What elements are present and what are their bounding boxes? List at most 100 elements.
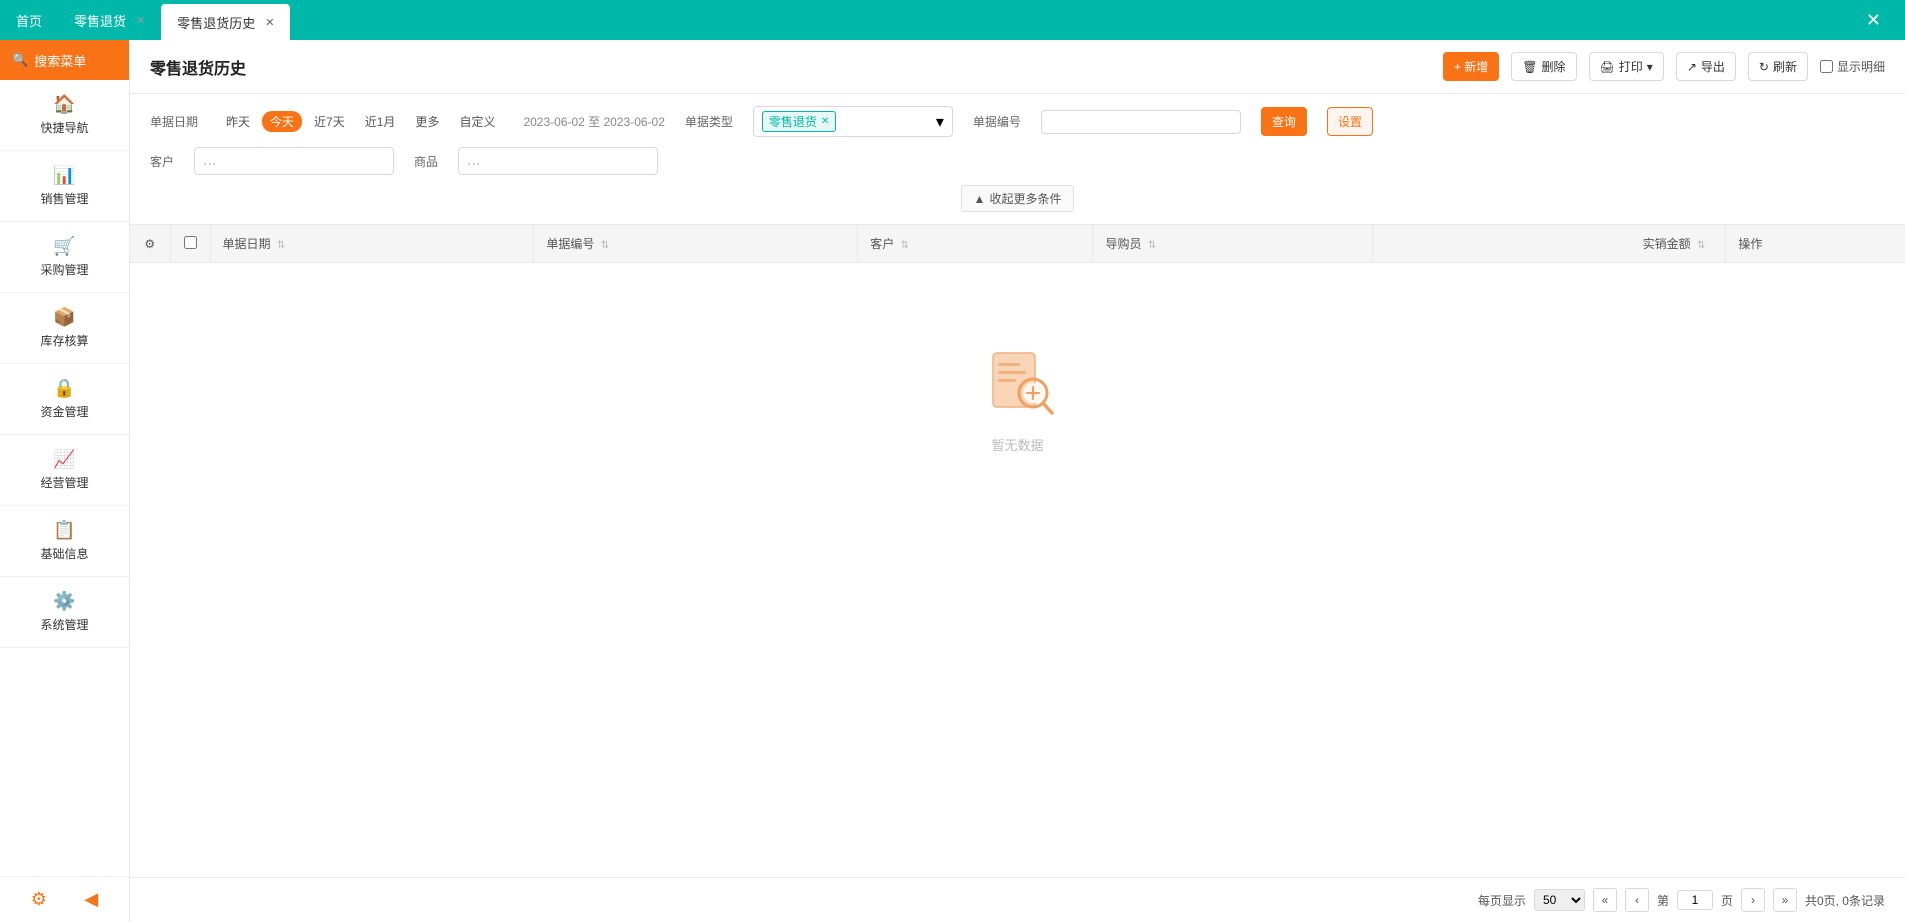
tab-retail-return-history-close[interactable]: ✕ xyxy=(265,16,274,29)
voucher-no-input[interactable] xyxy=(1041,110,1241,134)
empty-text: 暂无数据 xyxy=(991,435,1043,454)
sidebar-item-sales[interactable]: 📊 销售管理 xyxy=(0,151,129,222)
goods-select[interactable]: ... xyxy=(458,147,658,175)
content-area: 零售退货历史 + 新增 🗑 删除 🖨 打印 ▾ ↗ 导出 ↻ xyxy=(130,40,1905,922)
sidebar-item-basic-info[interactable]: 📋 基础信息 xyxy=(0,506,129,577)
sidebar-item-sales-label: 销售管理 xyxy=(40,190,88,207)
page-label-prefix: 第 xyxy=(1657,892,1669,909)
date-btn-custom[interactable]: 自定义 xyxy=(451,111,503,132)
sidebar-item-quick-nav[interactable]: 🏠 快捷导航 xyxy=(0,80,129,151)
first-page-button[interactable]: « xyxy=(1593,888,1617,912)
page-header: 零售退货历史 + 新增 🗑 删除 🖨 打印 ▾ ↗ 导出 ↻ xyxy=(130,40,1905,94)
export-button[interactable]: ↗ 导出 xyxy=(1676,52,1736,81)
next-page-button[interactable]: › xyxy=(1741,888,1765,912)
voucher-type-tag-value: 零售退货 xyxy=(769,113,817,130)
date-btn-1month[interactable]: 近1月 xyxy=(357,111,404,132)
guide-sort-icon[interactable]: ⇅ xyxy=(1148,240,1156,251)
sidebar-item-operations-label: 经营管理 xyxy=(40,474,88,491)
sidebar: 🔍 搜索菜单 🏠 快捷导航 📊 销售管理 🛒 采购管理 📦 库存核算 🔒 资金管… xyxy=(0,40,130,922)
cart-icon: 🛒 xyxy=(53,236,75,257)
current-page-input[interactable] xyxy=(1677,890,1713,910)
th-guide: 导购员 ⇅ xyxy=(1093,225,1373,263)
top-bar: 首页 零售退货 ✕ 零售退货历史 ✕ ✕ xyxy=(0,0,1905,40)
tab-retail-return-close[interactable]: ✕ xyxy=(136,14,145,27)
th-date-label: 单据日期 xyxy=(223,237,271,251)
sidebar-item-purchase-label: 采购管理 xyxy=(40,261,88,278)
tab-retail-return-label: 零售退货 xyxy=(74,11,126,30)
delete-icon: 🗑 xyxy=(1522,60,1537,74)
date-sort-icon[interactable]: ⇅ xyxy=(277,240,285,251)
number-sort-icon[interactable]: ⇅ xyxy=(601,240,609,251)
box-icon: 📦 xyxy=(53,307,75,328)
query-button[interactable]: 查询 xyxy=(1261,107,1307,136)
delete-button[interactable]: 🗑 删除 xyxy=(1511,52,1576,81)
table-header-row: ⚙ 单据日期 ⇅ 单据编号 ⇅ xyxy=(130,225,1905,263)
customer-select[interactable]: ... xyxy=(194,147,394,175)
tab-home-label: 首页 xyxy=(16,11,42,30)
new-button[interactable]: + 新增 xyxy=(1443,52,1499,81)
sidebar-item-inventory[interactable]: 📦 库存核算 xyxy=(0,293,129,364)
show-detail-label: 显示明细 xyxy=(1837,58,1885,75)
show-detail-checkbox-label[interactable]: 显示明细 xyxy=(1820,58,1885,75)
filter-settings-button[interactable]: 设置 xyxy=(1327,107,1373,136)
export-icon: ↗ xyxy=(1687,60,1697,74)
tab-home[interactable]: 首页 xyxy=(0,0,58,40)
voucher-type-dropdown-icon: ▾ xyxy=(936,112,944,132)
sidebar-item-finance[interactable]: 🔒 资金管理 xyxy=(0,364,129,435)
data-table: ⚙ 单据日期 ⇅ 单据编号 ⇅ xyxy=(130,225,1905,263)
delete-label: 删除 xyxy=(1542,58,1566,75)
gear-icon: ⚙️ xyxy=(53,591,75,612)
customer-sort-icon[interactable]: ⇅ xyxy=(901,240,909,251)
th-number: 单据编号 ⇅ xyxy=(534,225,858,263)
date-range-display: 2023-06-02 至 2023-06-02 xyxy=(523,113,664,130)
date-btn-more[interactable]: 更多 xyxy=(407,111,447,132)
sidebar-settings-button[interactable]: ⚙ xyxy=(31,889,47,910)
sidebar-search-label: 搜索菜单 xyxy=(34,51,86,70)
per-page-select[interactable]: 10 20 50 100 xyxy=(1534,889,1585,911)
prev-page-button[interactable]: ‹ xyxy=(1625,888,1649,912)
th-number-label: 单据编号 xyxy=(546,237,594,251)
collapse-button[interactable]: ▲ 收起更多条件 xyxy=(961,185,1075,212)
date-btn-today[interactable]: 今天 xyxy=(262,111,302,132)
last-page-button[interactable]: » xyxy=(1773,888,1797,912)
tab-retail-return[interactable]: 零售退货 ✕ xyxy=(58,0,161,40)
date-filter-label: 单据日期 xyxy=(150,113,198,130)
print-button[interactable]: 🖨 打印 ▾ xyxy=(1589,52,1664,81)
goods-placeholder: ... xyxy=(467,152,480,170)
refresh-button[interactable]: ↻ 刷新 xyxy=(1748,52,1808,81)
th-amount: 实销金额 ⇅ xyxy=(1373,225,1726,263)
clipboard-icon: 📋 xyxy=(53,520,75,541)
top-bar-right: ✕ xyxy=(1858,6,1905,35)
th-action: 操作 xyxy=(1726,225,1905,263)
table-area: ⚙ 单据日期 ⇅ 单据编号 ⇅ xyxy=(130,225,1905,877)
sidebar-item-system[interactable]: ⚙️ 系统管理 xyxy=(0,577,129,648)
sidebar-item-operations[interactable]: 📈 经营管理 xyxy=(0,435,129,506)
date-btn-yesterday[interactable]: 昨天 xyxy=(218,111,258,132)
export-label: 导出 xyxy=(1701,58,1725,75)
pagination-bar: 每页显示 10 20 50 100 « ‹ 第 页 › » 共0页, 0条记录 xyxy=(130,877,1905,922)
sidebar-item-system-label: 系统管理 xyxy=(40,616,88,633)
amount-sort-icon[interactable]: ⇅ xyxy=(1697,240,1705,251)
show-detail-checkbox[interactable] xyxy=(1820,60,1833,73)
th-customer-label: 客户 xyxy=(870,237,894,251)
th-settings[interactable]: ⚙ xyxy=(130,225,170,263)
tab-retail-return-history[interactable]: 零售退货历史 ✕ xyxy=(161,4,290,40)
th-customer: 客户 ⇅ xyxy=(858,225,1093,263)
select-all-checkbox[interactable] xyxy=(184,236,197,249)
settings-icon: ⚙ xyxy=(144,237,155,251)
total-records-text: 共0页, 0条记录 xyxy=(1805,892,1885,909)
voucher-no-label: 单据编号 xyxy=(973,113,1021,130)
window-close-button[interactable]: ✕ xyxy=(1858,6,1889,35)
collapse-label: 收起更多条件 xyxy=(989,190,1061,207)
th-checkbox[interactable] xyxy=(170,225,210,263)
refresh-icon: ↻ xyxy=(1759,60,1769,74)
sidebar-item-purchase[interactable]: 🛒 采购管理 xyxy=(0,222,129,293)
print-label: 打印 xyxy=(1619,58,1643,75)
date-btn-7days[interactable]: 近7天 xyxy=(306,111,353,132)
sidebar-menu-button[interactable]: ◀ xyxy=(84,889,98,910)
sidebar-item-finance-label: 资金管理 xyxy=(40,403,88,420)
voucher-type-tag-close[interactable]: ✕ xyxy=(821,116,829,127)
page-title: 零售退货历史 xyxy=(150,55,246,79)
sidebar-search[interactable]: 🔍 搜索菜单 xyxy=(0,40,129,80)
voucher-type-select[interactable]: 零售退货 ✕ ▾ xyxy=(753,106,953,137)
